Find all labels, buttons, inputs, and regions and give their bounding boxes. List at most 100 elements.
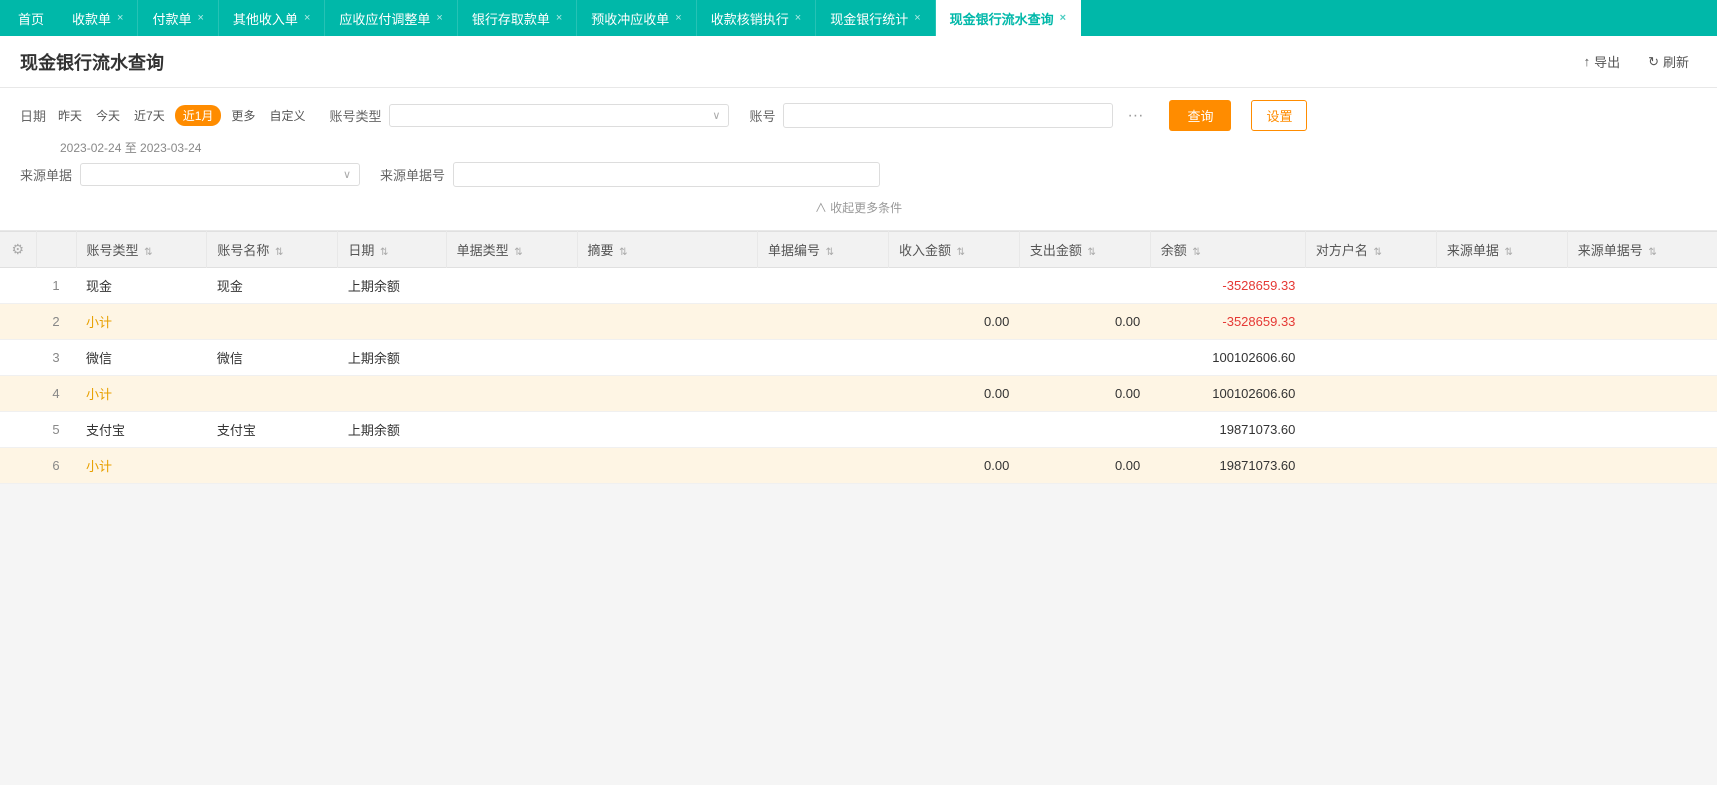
query-button[interactable]: 查询 (1169, 100, 1231, 131)
date-yesterday[interactable]: 昨天 (54, 105, 86, 126)
row-account-type: 小计 (76, 304, 207, 340)
row-summary (577, 448, 758, 484)
row-account-type: 支付宝 (76, 412, 207, 448)
sort-counterpart-icon[interactable]: ⇅ (1374, 247, 1382, 258)
sort-balance-icon[interactable]: ⇅ (1192, 247, 1200, 258)
close-icon-6[interactable]: × (795, 12, 801, 24)
row-source-doc (1436, 304, 1567, 340)
row-account-name (207, 304, 338, 340)
row-account-type: 小计 (76, 448, 207, 484)
nav-tab-1[interactable]: 付款单 × (138, 0, 218, 36)
table-row: 4 小计 0.00 0.00 100102606.60 (0, 376, 1717, 412)
row-income: 0.00 (888, 304, 1019, 340)
th-account-name: 账号名称 ⇅ (207, 232, 338, 268)
close-icon-3[interactable]: × (436, 12, 442, 24)
source-doc-no-filter-group: 来源单据号 (380, 162, 880, 187)
close-icon-4[interactable]: × (556, 12, 562, 24)
row-date: 上期余额 (338, 412, 446, 448)
date-today[interactable]: 今天 (92, 105, 124, 126)
export-icon: ↑ (1584, 54, 1591, 69)
nav-tab-8[interactable]: 现金银行流水查询 × (936, 0, 1081, 36)
table-body: 1 现金 现金 上期余额 -3528659.33 2 小计 0.00 0.00 … (0, 268, 1717, 484)
nav-tab-6[interactable]: 收款核销执行 × (697, 0, 816, 36)
close-icon-0[interactable]: × (117, 12, 123, 24)
row-num: 5 (36, 412, 76, 448)
nav-tab-2[interactable]: 其他收入单 × (219, 0, 325, 36)
sort-expense-icon[interactable]: ⇅ (1087, 247, 1095, 258)
row-source-doc (1436, 448, 1567, 484)
export-button[interactable]: ↑ 导出 (1576, 48, 1629, 75)
close-icon-7[interactable]: × (914, 12, 920, 24)
sort-income-icon[interactable]: ⇅ (957, 247, 965, 258)
row-account-type: 小计 (76, 376, 207, 412)
row-account-name: 现金 (207, 268, 338, 304)
row-account-name (207, 448, 338, 484)
row-expense: 0.00 (1019, 448, 1150, 484)
row-balance: 100102606.60 (1150, 340, 1305, 376)
row-counterpart (1305, 268, 1436, 304)
sort-date-icon[interactable]: ⇅ (380, 247, 388, 258)
sort-source-doc-no-icon[interactable]: ⇅ (1648, 247, 1656, 258)
source-doc-label: 来源单据 (20, 165, 72, 184)
account-filter-group: 账号 ··· (749, 103, 1149, 128)
collapse-bar[interactable]: ∧ 收起更多条件 (20, 195, 1697, 222)
th-doc-type: 单据类型 ⇅ (446, 232, 577, 268)
row-num: 4 (36, 376, 76, 412)
source-doc-no-input[interactable] (453, 162, 880, 187)
sort-doc-type-icon[interactable]: ⇅ (514, 247, 522, 258)
date-7days[interactable]: 近7天 (130, 105, 169, 126)
nav-tab-7[interactable]: 现金银行统计 × (816, 0, 935, 36)
th-date: 日期 ⇅ (338, 232, 446, 268)
row-num: 6 (36, 448, 76, 484)
close-icon-8[interactable]: × (1060, 12, 1066, 24)
date-more[interactable]: 更多 (227, 105, 259, 126)
sort-summary-icon[interactable]: ⇅ (619, 247, 627, 258)
table-header-row: ⚙ 账号类型 ⇅ 账号名称 ⇅ 日期 ⇅ 单据类型 ⇅ (0, 232, 1717, 268)
row-doc-type (446, 412, 577, 448)
sort-source-doc-icon[interactable]: ⇅ (1504, 247, 1512, 258)
source-doc-select[interactable]: ∨ (80, 163, 360, 186)
nav-tab-4[interactable]: 银行存取款单 × (458, 0, 577, 36)
refresh-button[interactable]: ↻ 刷新 (1640, 48, 1697, 75)
account-input[interactable] (783, 103, 1113, 128)
table-row: 3 微信 微信 上期余额 100102606.60 (0, 340, 1717, 376)
sort-account-name-icon[interactable]: ⇅ (275, 247, 283, 258)
row-account-type: 微信 (76, 340, 207, 376)
row-counterpart (1305, 304, 1436, 340)
row-source-doc-no (1567, 448, 1717, 484)
data-table: ⚙ 账号类型 ⇅ 账号名称 ⇅ 日期 ⇅ 单据类型 ⇅ (0, 231, 1717, 484)
nav-tab-3[interactable]: 应收应付调整单 × (325, 0, 457, 36)
row-source-doc (1436, 412, 1567, 448)
close-icon-2[interactable]: × (304, 12, 310, 24)
row-balance: 19871073.60 (1150, 412, 1305, 448)
refresh-icon: ↻ (1648, 54, 1659, 70)
date-custom[interactable]: 自定义 (265, 105, 309, 126)
nav-home[interactable]: 首页 (4, 0, 58, 36)
account-type-select[interactable]: ∨ (389, 104, 729, 127)
row-source-doc-no (1567, 376, 1717, 412)
date-1month[interactable]: 近1月 (175, 105, 222, 126)
settings-button[interactable]: 设置 (1251, 100, 1307, 131)
account-dots-icon[interactable]: ··· (1121, 107, 1149, 125)
source-doc-no-label: 来源单据号 (380, 165, 445, 184)
row-balance: -3528659.33 (1150, 304, 1305, 340)
row-doc-no (758, 376, 889, 412)
nav-tab-5[interactable]: 预收冲应收单 × (577, 0, 696, 36)
nav-tab-0[interactable]: 收款单 × (58, 0, 138, 36)
row-counterpart (1305, 412, 1436, 448)
gear-settings-icon[interactable]: ⚙ (11, 241, 24, 257)
row-income: 0.00 (888, 448, 1019, 484)
close-icon-5[interactable]: × (675, 12, 681, 24)
th-source-doc-no: 来源单据号 ⇅ (1567, 232, 1717, 268)
date-range-display: 2023-02-24 至 2023-03-24 (60, 141, 201, 155)
row-counterpart (1305, 448, 1436, 484)
sort-account-type-icon[interactable]: ⇅ (144, 247, 152, 258)
account-type-chevron-icon: ∨ (712, 109, 720, 122)
row-expense (1019, 340, 1150, 376)
sort-doc-no-icon[interactable]: ⇅ (826, 247, 834, 258)
close-icon-1[interactable]: × (197, 12, 203, 24)
th-doc-no: 单据编号 ⇅ (758, 232, 889, 268)
th-counterpart: 对方户名 ⇅ (1305, 232, 1436, 268)
date-filter-group: 日期 昨天 今天 近7天 近1月 更多 自定义 (20, 105, 309, 126)
row-date: 上期余额 (338, 268, 446, 304)
